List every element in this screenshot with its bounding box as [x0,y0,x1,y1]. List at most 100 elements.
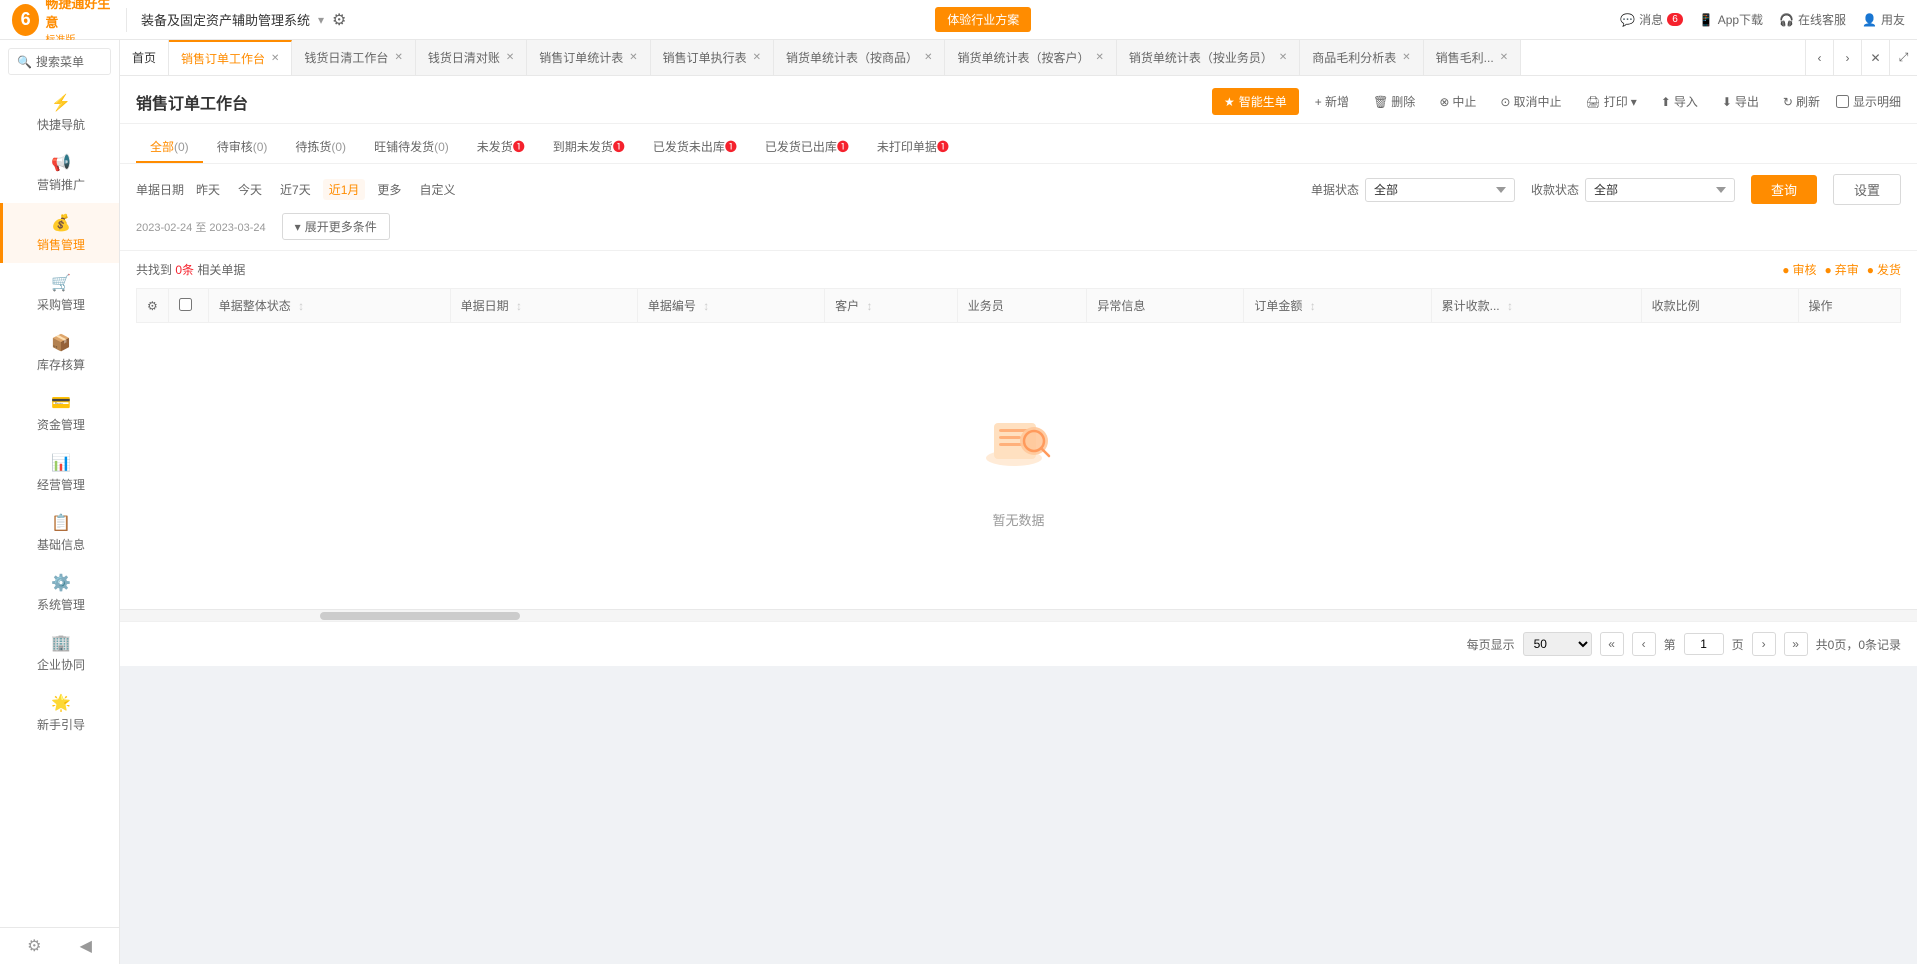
col-setting[interactable]: ⚙ [137,289,169,323]
sidebar-item-marketing[interactable]: 📢 营销推广 [0,143,119,203]
refresh-button[interactable]: ↻ 刷新 [1775,89,1828,114]
sidebar-item-operations[interactable]: 📊 经营管理 [0,443,119,503]
col-customer[interactable]: 客户 ↕ [825,289,958,323]
tab-close-sales-staff[interactable]: ✕ [1279,52,1287,63]
ship-action-btn[interactable]: ● 发货 [1867,261,1901,278]
tab-close-sales-exec[interactable]: ✕ [753,52,761,63]
tab-money-reconcile[interactable]: 钱货日清对账 ✕ [416,40,527,76]
sidebar-item-purchase[interactable]: 🛒 采购管理 [0,263,119,323]
tab-close-sales-profit[interactable]: ✕ [1500,52,1508,63]
col-collected[interactable]: 累计收款... ↕ [1431,289,1641,323]
operations-label: 经营管理 [37,476,85,493]
tab-close-money-reconcile[interactable]: ✕ [506,52,514,63]
tab-fullscreen-button[interactable]: ⤢ [1889,40,1917,76]
tab-prev-button[interactable]: ‹ [1805,40,1833,76]
user-button[interactable]: 👤 用友 [1862,11,1905,28]
tab-sales-product[interactable]: 销货单统计表（按商品） ✕ [774,40,945,76]
tab-profit-analysis[interactable]: 商品毛利分析表 ✕ [1300,40,1423,76]
select-all-checkbox[interactable] [179,298,192,311]
date-custom[interactable]: 自定义 [413,179,461,200]
date-7days[interactable]: 近7天 [274,179,317,200]
next-page-button[interactable]: › [1752,632,1776,656]
tab-sales-exec[interactable]: 销售订单执行表 ✕ [651,40,774,76]
show-detail-label[interactable]: 显示明细 [1836,93,1901,110]
tab-next-button[interactable]: › [1833,40,1861,76]
delete-button[interactable]: 🗑 删除 [1365,89,1423,114]
settings-bottom-icon[interactable]: ⚙ [27,936,41,956]
col-date[interactable]: 单据日期 ↕ [450,289,637,323]
sub-tab-wangpu[interactable]: 旺铺待发货(0) [360,132,463,163]
sub-tab-pick[interactable]: 待拣货(0) [281,132,360,163]
query-button[interactable]: 查询 [1751,175,1817,204]
sub-tab-shipped-not-out[interactable]: 已发货未出库❶ [639,132,751,163]
trial-button[interactable]: 体验行业方案 [935,7,1031,32]
col-checkbox[interactable] [168,289,208,323]
sub-tab-unprinted[interactable]: 未打印单据❶ [863,132,963,163]
print-button[interactable]: 🖨 打印 ▾ [1577,89,1644,114]
review-action-btn[interactable]: ● 审核 [1782,261,1816,278]
first-page-button[interactable]: « [1600,632,1624,656]
sub-tab-review[interactable]: 待审核(0) [203,132,282,163]
date-today[interactable]: 今天 [232,179,268,200]
tab-sales-workbench[interactable]: 销售订单工作台 ✕ [169,40,292,76]
pay-filter-select[interactable]: 全部 未收款 已收款 [1585,178,1735,202]
tab-close-profit-analysis[interactable]: ✕ [1402,52,1410,63]
tab-close-sales-customer[interactable]: ✕ [1095,52,1103,63]
sidebar-item-newbie[interactable]: 🌟 新手引导 [0,683,119,743]
tab-sales-customer[interactable]: 销货单统计表（按客户） ✕ [945,40,1116,76]
prev-page-button[interactable]: ‹ [1632,632,1656,656]
date-more[interactable]: 更多 [371,179,407,200]
new-button[interactable]: + 新增 [1307,89,1357,114]
sidebar-item-quick-nav[interactable]: ⚡ 快捷导航 [0,83,119,143]
tab-sales-profit[interactable]: 销售毛利... ✕ [1424,40,1521,76]
smart-create-button[interactable]: ★ 智能生单 [1212,88,1299,115]
app-download-button[interactable]: 📱 App下载 [1699,11,1763,28]
page-size-select[interactable]: 20 50 100 [1523,632,1592,656]
sidebar-item-capital[interactable]: 💳 资金管理 [0,383,119,443]
cancel-review-btn-label: 弃审 [1835,261,1859,278]
tab-home[interactable]: 首页 [120,40,169,76]
sidebar-item-basic[interactable]: 📋 基础信息 [0,503,119,563]
sub-tab-all[interactable]: 全部(0) [136,132,203,163]
page-input[interactable] [1684,633,1724,655]
expand-more-button[interactable]: ▾ 展开更多条件 [282,213,390,240]
col-status[interactable]: 单据整体状态 ↕ [208,289,450,323]
sub-tab-shipped-out[interactable]: 已发货已出库❶ [751,132,863,163]
table-area: 共找到 0条 相关单据 ● 审核 ● 弃审 [120,251,1917,609]
import-button[interactable]: ⬆ 导入 [1653,89,1706,114]
status-filter-select[interactable]: 全部 审核中 已审核 [1365,178,1515,202]
export-button[interactable]: ⬇ 导出 [1714,89,1767,114]
search-menu-button[interactable]: 🔍 搜索菜单 [8,48,111,75]
setting-button[interactable]: 设置 [1833,174,1901,205]
tab-close-sales-stats[interactable]: ✕ [629,52,637,63]
scroll-thumb[interactable] [320,612,520,620]
sidebar-item-sales[interactable]: 💰 销售管理 [0,203,119,263]
tab-money-daily[interactable]: 钱货日清工作台 ✕ [292,40,415,76]
cancel-stop-button[interactable]: ⊙ 取消中止 [1492,89,1569,114]
cancel-review-action-btn[interactable]: ● 弃审 [1824,261,1858,278]
col-number[interactable]: 单据编号 ↕ [637,289,824,323]
tab-close-all-button[interactable]: ✕ [1861,40,1889,76]
tab-close-sales-product[interactable]: ✕ [924,52,932,63]
sidebar-item-system[interactable]: ⚙️ 系统管理 [0,563,119,623]
col-amount[interactable]: 订单金额 ↕ [1244,289,1431,323]
sidebar-item-inventory[interactable]: 📦 库存核算 [0,323,119,383]
online-service-button[interactable]: 🎧 在线客服 [1779,11,1846,28]
tab-sales-staff[interactable]: 销货单统计表（按业务员） ✕ [1117,40,1300,76]
sidebar-item-enterprise[interactable]: 🏢 企业协同 [0,623,119,683]
scroll-bar[interactable] [120,609,1917,621]
show-detail-checkbox[interactable] [1836,95,1849,108]
dropdown-icon[interactable]: ▾ [318,13,324,27]
sub-tab-unshipped[interactable]: 未发货❶ [463,132,539,163]
tab-close-money-daily[interactable]: ✕ [394,52,402,63]
tab-sales-stats[interactable]: 销售订单统计表 ✕ [527,40,650,76]
date-yesterday[interactable]: 昨天 [190,179,226,200]
last-page-button[interactable]: » [1784,632,1808,656]
date-1month[interactable]: 近1月 [323,179,366,200]
settings-icon[interactable]: ⚙ [332,10,346,30]
tab-close-sales-workbench[interactable]: ✕ [271,53,279,64]
message-button[interactable]: 💬 消息 6 [1620,11,1683,28]
collapse-icon[interactable]: ◀ [80,936,92,956]
sub-tab-overdue[interactable]: 到期未发货❶ [539,132,639,163]
stop-button[interactable]: ⊗ 中止 [1431,89,1484,114]
